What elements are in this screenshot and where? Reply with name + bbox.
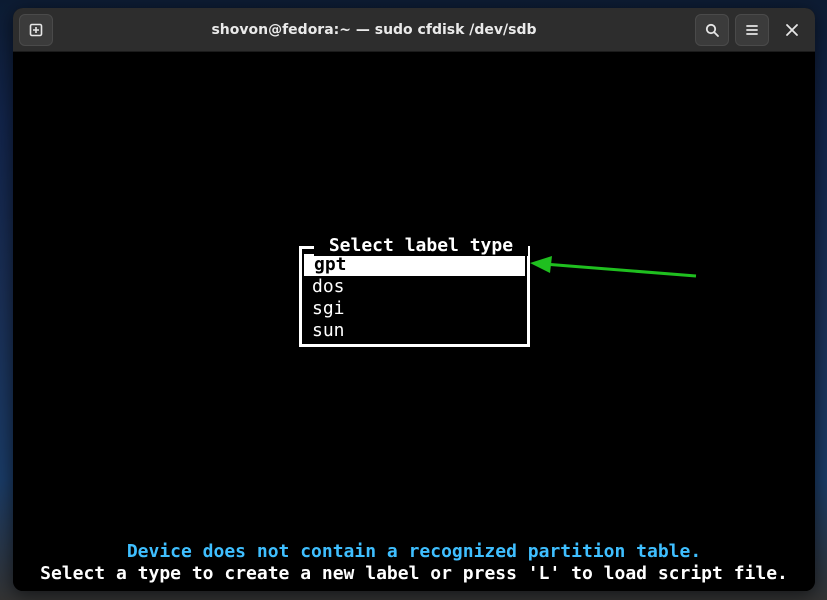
hamburger-icon bbox=[744, 22, 760, 38]
terminal-surface[interactable]: Select label type gpt dos sgi sun Device… bbox=[13, 52, 815, 591]
annotation-arrow bbox=[526, 254, 701, 284]
search-button[interactable] bbox=[695, 14, 729, 46]
new-tab-icon bbox=[28, 22, 44, 38]
close-button[interactable] bbox=[775, 14, 809, 46]
status-line-2: Select a type to create a new label or p… bbox=[13, 563, 815, 585]
status-area: Device does not contain a recognized par… bbox=[13, 541, 815, 585]
search-icon bbox=[704, 22, 720, 38]
label-type-list: gpt dos sgi sun bbox=[302, 254, 527, 342]
label-option-dos[interactable]: dos bbox=[302, 276, 527, 298]
label-option-sgi[interactable]: sgi bbox=[302, 298, 527, 320]
label-option-gpt[interactable]: gpt bbox=[304, 254, 525, 276]
status-line-1: Device does not contain a recognized par… bbox=[13, 541, 815, 563]
new-tab-button[interactable] bbox=[19, 14, 53, 46]
terminal-window: shovon@fedora:~ — sudo cfdisk /dev/sdb bbox=[13, 8, 815, 591]
close-icon bbox=[785, 23, 799, 37]
label-type-legend: Select label type bbox=[314, 235, 528, 256]
menu-button[interactable] bbox=[735, 14, 769, 46]
titlebar: shovon@fedora:~ — sudo cfdisk /dev/sdb bbox=[13, 8, 815, 52]
window-title: shovon@fedora:~ — sudo cfdisk /dev/sdb bbox=[53, 22, 695, 38]
label-option-sun[interactable]: sun bbox=[302, 320, 527, 342]
label-type-dialog: Select label type gpt dos sgi sun bbox=[299, 246, 530, 347]
